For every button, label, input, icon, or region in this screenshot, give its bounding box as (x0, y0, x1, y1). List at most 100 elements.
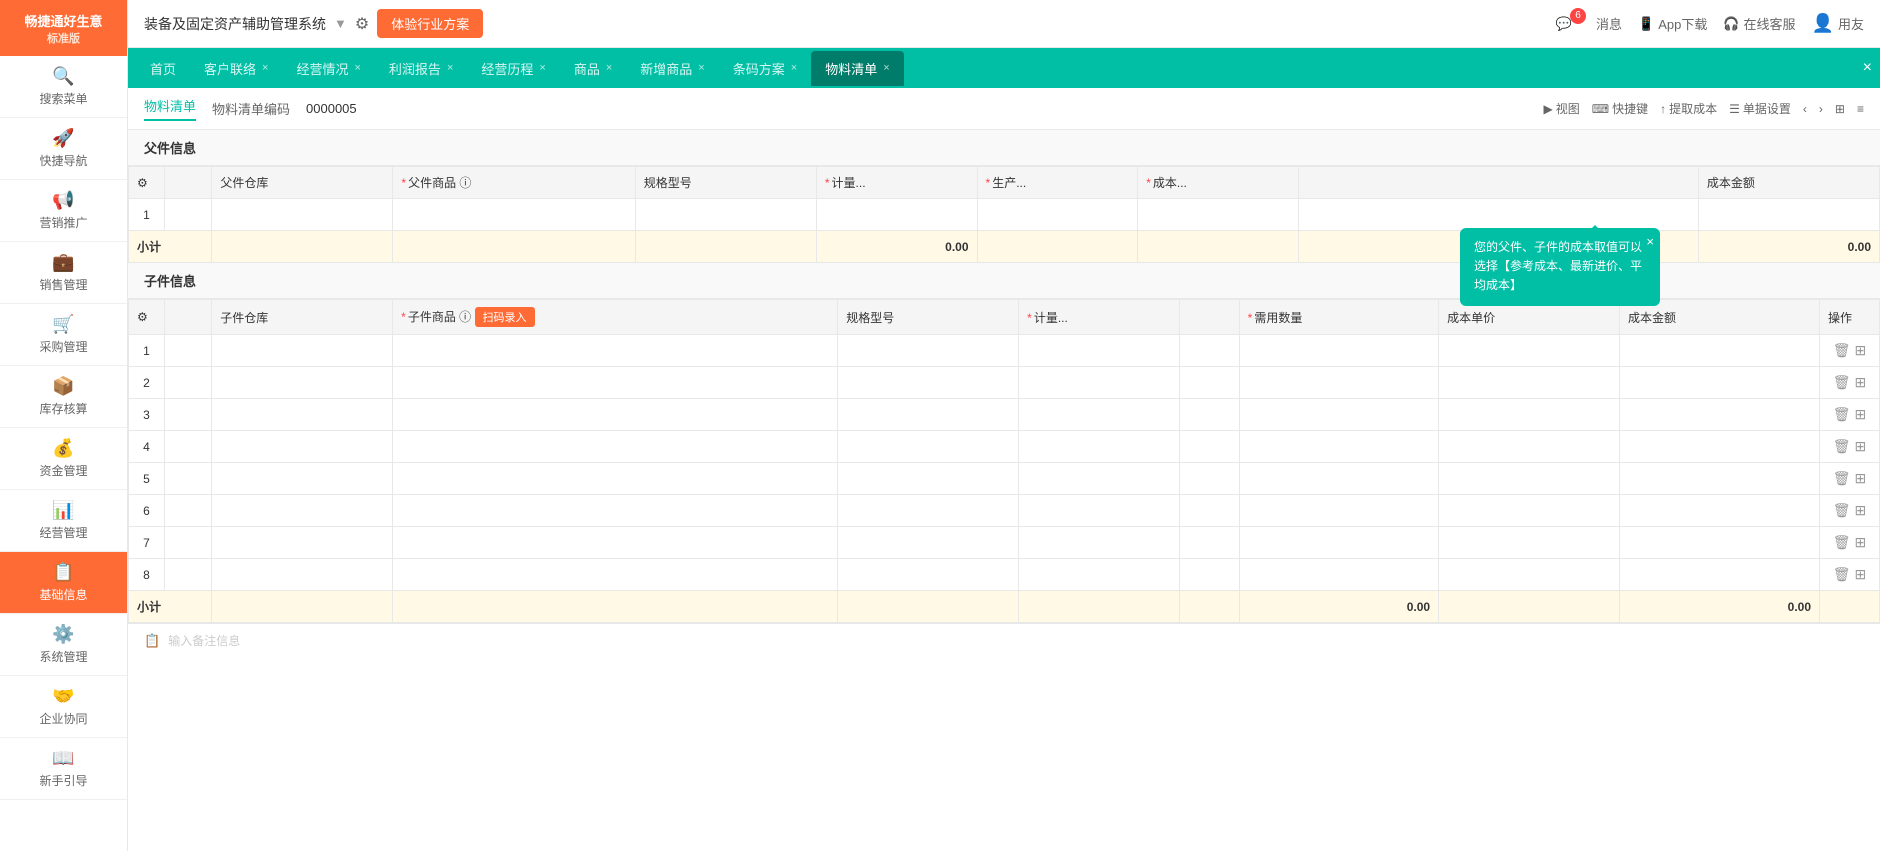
sidebar-item-finance[interactable]: 💰 资金管理 (0, 428, 127, 490)
delete-icon-row1[interactable]: 🗑 (1833, 342, 1851, 359)
copy-icon-row1[interactable]: ⊞ (1855, 342, 1867, 359)
gear-icon: ⚙️ (52, 624, 74, 645)
parent-row-goods[interactable] (393, 199, 635, 231)
tab-business-close[interactable]: × (354, 62, 360, 74)
tab-customers[interactable]: 客户联络 × (190, 51, 282, 86)
app-download-group[interactable]: 📱 App下载 (1638, 14, 1707, 33)
logo-sub: 标准版 (47, 30, 80, 46)
tab-profit-close[interactable]: × (447, 62, 453, 74)
tab-home[interactable]: 首页 (136, 51, 190, 86)
delete-icon-row4[interactable]: 🗑 (1833, 438, 1851, 455)
sidebar-item-system-label: 系统管理 (39, 648, 87, 665)
sidebar-item-collab[interactable]: 🤝 企业协同 (0, 676, 127, 738)
child-row1-warehouse[interactable] (212, 335, 393, 367)
list-view-icon[interactable]: ≡ (1857, 102, 1864, 116)
child-row2-warehouse[interactable] (212, 367, 393, 399)
sidebar-item-guide[interactable]: 📖 新手引导 (0, 738, 127, 800)
sidebar-item-purchase[interactable]: 🛒 采购管理 (0, 304, 127, 366)
sidebar-item-inventory-label: 库存核算 (39, 400, 87, 417)
parent-col-cost: *成本... (1138, 167, 1299, 199)
trial-button[interactable]: 体验行业方案 (377, 9, 483, 38)
settings-icon[interactable]: ⚙ (355, 14, 369, 34)
delete-icon-row6[interactable]: 🗑 (1833, 502, 1851, 519)
parent-row-unit[interactable] (816, 199, 977, 231)
tab-goods[interactable]: 商品 × (560, 51, 626, 86)
sidebar-item-marketing[interactable]: 📢 营销推广 (0, 180, 127, 242)
copy-icon-row5[interactable]: ⊞ (1855, 470, 1867, 487)
sidebar-item-ops[interactable]: 📊 经营管理 (0, 490, 127, 552)
sidebar-item-quick-nav[interactable]: 🚀 快捷导航 (0, 118, 127, 180)
sidebar-item-inventory[interactable]: 📦 库存核算 (0, 366, 127, 428)
copy-icon-row8[interactable]: ⊞ (1855, 566, 1867, 583)
scan-button[interactable]: 扫码录入 (475, 307, 535, 327)
copy-icon-row7[interactable]: ⊞ (1855, 534, 1867, 551)
delete-icon-row5[interactable]: 🗑 (1833, 470, 1851, 487)
message-group[interactable]: 💬 6 消息 (1556, 14, 1622, 33)
child-row2-qty[interactable] (1239, 367, 1438, 399)
tab-bom-close[interactable]: × (883, 62, 889, 74)
parent-row-producer[interactable] (977, 199, 1138, 231)
child-row1-spec[interactable] (838, 335, 1019, 367)
note-bar: 📋 输入备注信息 (128, 623, 1880, 657)
sidebar-item-system[interactable]: ⚙️ 系统管理 (0, 614, 127, 676)
child-col-unit: *计量... (1019, 300, 1179, 335)
copy-icon-row6[interactable]: ⊞ (1855, 502, 1867, 519)
copy-icon-row4[interactable]: ⊞ (1855, 438, 1867, 455)
close-all-tabs[interactable]: × (1863, 59, 1872, 77)
delete-icon-row7[interactable]: 🗑 (1833, 534, 1851, 551)
grid-view-icon[interactable]: ⊞ (1835, 102, 1845, 116)
sidebar-item-purchase-label: 采购管理 (39, 338, 87, 355)
child-row1-unit[interactable] (1019, 335, 1179, 367)
tab-goods-close[interactable]: × (606, 62, 612, 74)
rocket-icon: 🚀 (52, 128, 74, 149)
tab-new-goods[interactable]: 新增商品 × (626, 51, 718, 86)
child-row1-goods[interactable] (393, 335, 838, 367)
pagination-prev[interactable]: ‹ (1803, 102, 1807, 116)
child-row2-unit[interactable] (1019, 367, 1179, 399)
note-placeholder[interactable]: 输入备注信息 (168, 632, 240, 649)
child-col-qty: *需用数量 (1239, 300, 1438, 335)
sidebar-item-sales[interactable]: 💼 销售管理 (0, 242, 127, 304)
extract-cost-btn[interactable]: ↑ 提取成本 (1660, 100, 1717, 117)
delete-icon-row2[interactable]: 🗑 (1833, 374, 1851, 391)
tooltip-close-button[interactable]: × (1646, 232, 1654, 253)
online-service-group[interactable]: 🎧 在线客服 (1723, 14, 1795, 33)
parent-subtotal-cost-amount: 0.00 (1698, 231, 1879, 263)
tab-customers-close[interactable]: × (262, 62, 268, 74)
copy-icon-row2[interactable]: ⊞ (1855, 374, 1867, 391)
parent-row-cost-amount (1698, 199, 1879, 231)
single-settings-btn[interactable]: ☰ 单据设置 (1729, 100, 1791, 117)
copy-icon-row3[interactable]: ⊞ (1855, 406, 1867, 423)
tab-barcode[interactable]: 条码方案 × (719, 51, 811, 86)
child-row1-qty[interactable] (1239, 335, 1438, 367)
view-btn[interactable]: ▶ 视图 (1544, 100, 1580, 117)
pagination-next[interactable]: › (1819, 102, 1823, 116)
tab-profit[interactable]: 利润报告 × (375, 51, 467, 86)
parent-row-warehouse[interactable] (212, 199, 393, 231)
sidebar-item-basic[interactable]: 📋 基础信息 (0, 552, 127, 614)
tab-business[interactable]: 经营情况 × (282, 51, 374, 86)
child-col-settings[interactable]: ⚙ (129, 300, 165, 335)
parent-row-cost[interactable] (1138, 199, 1299, 231)
breadcrumb-bom[interactable]: 物料清单 (144, 96, 196, 121)
tab-bom[interactable]: 物料清单 × (811, 51, 903, 86)
parent-row-spec[interactable] (635, 199, 816, 231)
tab-history-close[interactable]: × (539, 62, 545, 74)
child-row1-unit-cost[interactable] (1439, 335, 1620, 367)
megaphone-icon: 📢 (52, 190, 74, 211)
delete-icon-row8[interactable]: 🗑 (1833, 566, 1851, 583)
tab-history[interactable]: 经营历程 × (467, 51, 559, 86)
child-col-spec: 规格型号 (838, 300, 1019, 335)
child-row2-goods[interactable] (393, 367, 838, 399)
dropdown-arrow-icon[interactable]: ▼ (334, 16, 347, 31)
tab-barcode-close[interactable]: × (791, 62, 797, 74)
child-row2-unit-cost[interactable] (1439, 367, 1620, 399)
delete-icon-row3[interactable]: 🗑 (1833, 406, 1851, 423)
tab-new-goods-close[interactable]: × (698, 62, 704, 74)
child-row2-spec[interactable] (838, 367, 1019, 399)
user-group[interactable]: 👤 用友 (1812, 13, 1864, 34)
sidebar-item-search[interactable]: 🔍 搜索菜单 (0, 56, 127, 118)
shortcut-btn[interactable]: ⌨ 快捷键 (1592, 100, 1648, 117)
tooltip-popup: × 您的父件、子件的成本取值可以选择【参考成本、最新进价、平均成本】 (1460, 228, 1660, 306)
parent-col-settings[interactable]: ⚙ (129, 167, 165, 199)
